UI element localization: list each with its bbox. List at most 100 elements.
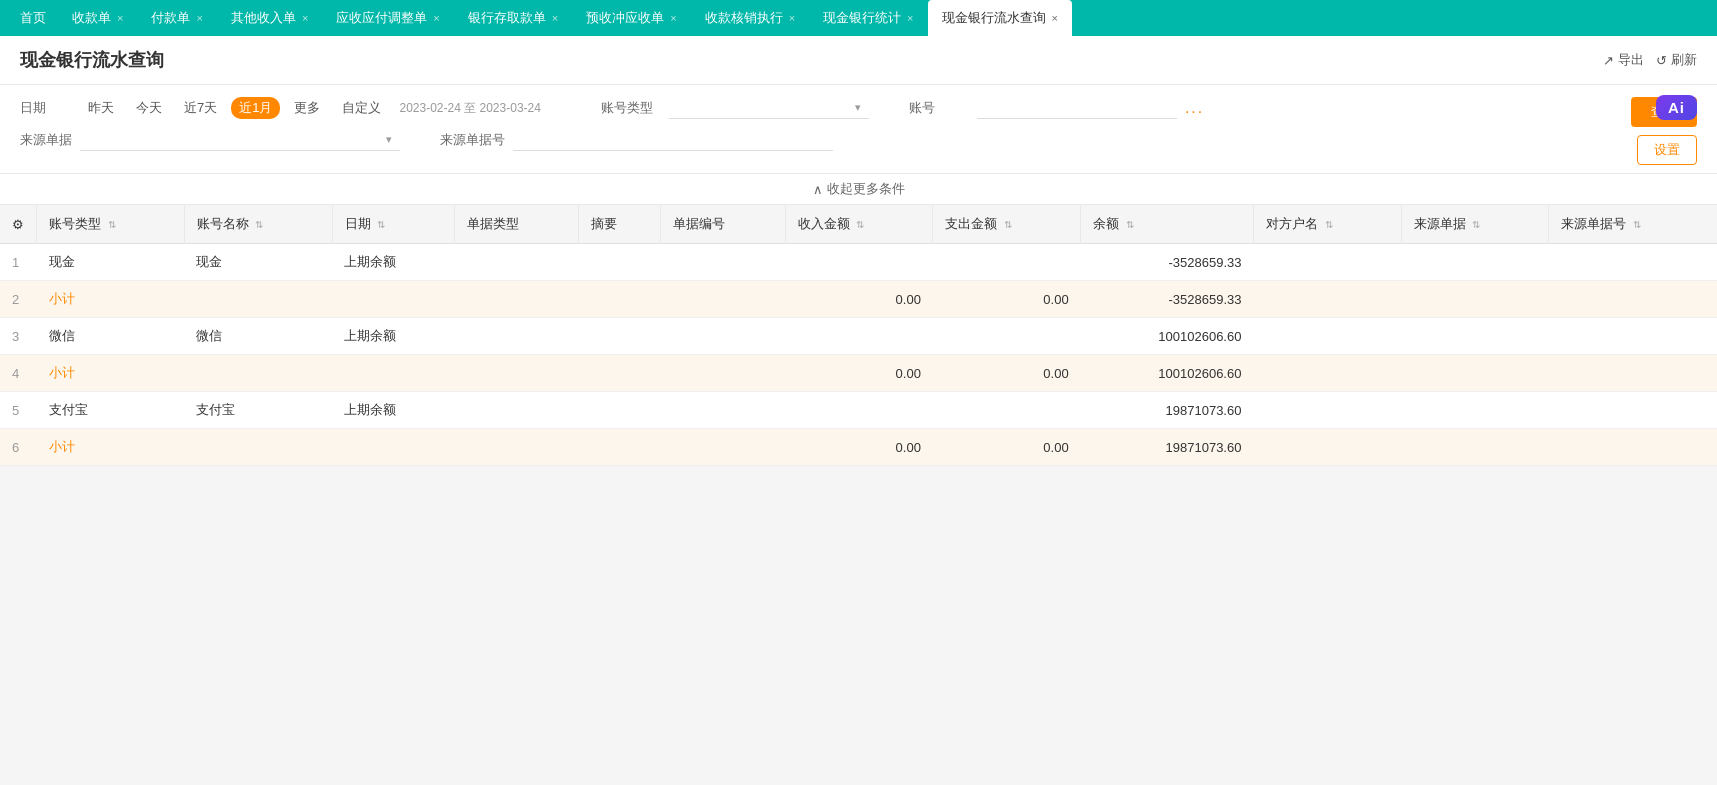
cell-account-name [184,355,332,392]
account-label: 账号 [909,99,969,117]
cell-num: 5 [0,392,37,429]
close-tab-2-icon[interactable]: × [302,12,308,24]
table-row[interactable]: 5 支付宝 支付宝 上期余额 19871073.60 [0,392,1717,429]
table-row[interactable]: 2 小计 0.00 0.00 -3528659.33 [0,281,1717,318]
close-tab-3-icon[interactable]: × [433,12,439,24]
col-balance[interactable]: 余额 ⇅ [1081,205,1254,244]
cell-account-type: 小计 [37,281,185,318]
cell-income: 0.00 [785,429,933,466]
source-doc-input[interactable] [88,132,382,147]
collapse-button[interactable]: ∧ 收起更多条件 [813,180,905,198]
nav-tab-3[interactable]: 应收应付调整单 × [322,0,453,36]
close-tab-6-icon[interactable]: × [789,12,795,24]
date-btn-7days[interactable]: 近7天 [176,97,225,119]
nav-tab-4[interactable]: 银行存取款单 × [454,0,572,36]
col-date[interactable]: 日期 ⇅ [332,205,455,244]
col-doc-type: 单据类型 [455,205,579,244]
cell-doc-no [661,429,785,466]
cell-num: 2 [0,281,37,318]
close-tab-7-icon[interactable]: × [907,12,913,24]
cell-counterpart [1253,318,1401,355]
cell-expense [933,392,1081,429]
source-doc-no-input-wrap[interactable] [513,129,833,151]
cell-expense: 0.00 [933,355,1081,392]
col-source-doc[interactable]: 来源单据 ⇅ [1401,205,1549,244]
cell-doc-no [661,318,785,355]
account-dots-button[interactable]: ... [1185,99,1204,117]
data-table-wrap: ⚙ 账号类型 ⇅ 账号名称 ⇅ 日期 ⇅ 单据类型 摘要 [0,205,1717,466]
col-income[interactable]: 收入金额 ⇅ [785,205,933,244]
account-input[interactable] [983,100,1171,115]
cell-account-type: 支付宝 [37,392,185,429]
account-type-input[interactable] [677,100,851,115]
cell-source-doc [1401,244,1549,281]
export-button[interactable]: ↗ 导出 [1603,51,1644,69]
table-row[interactable]: 3 微信 微信 上期余额 100102606.60 [0,318,1717,355]
cell-account-type: 现金 [37,244,185,281]
table-row[interactable]: 6 小计 0.00 0.00 19871073.60 [0,429,1717,466]
sort-source-doc-icon: ⇅ [1472,219,1480,230]
source-doc-select[interactable]: ▾ [80,129,400,151]
cell-source-doc-no [1549,392,1717,429]
source-doc-no-input[interactable] [519,132,827,147]
col-counterpart[interactable]: 对方户名 ⇅ [1253,205,1401,244]
cell-balance: -3528659.33 [1081,281,1254,318]
table-row[interactable]: 4 小计 0.00 0.00 100102606.60 [0,355,1717,392]
source-doc-no-group: 来源单据号 [440,129,833,151]
close-tab-0-icon[interactable]: × [117,12,123,24]
nav-tab-7[interactable]: 现金银行统计 × [809,0,927,36]
col-settings[interactable]: ⚙ [0,205,37,244]
col-expense[interactable]: 支出金额 ⇅ [933,205,1081,244]
account-type-chevron-icon: ▾ [855,101,861,114]
nav-home[interactable]: 首页 [8,9,58,27]
sort-expense-icon: ⇅ [1004,219,1012,230]
nav-tab-2[interactable]: 其他收入单 × [217,0,322,36]
cell-source-doc [1401,355,1549,392]
cell-expense [933,318,1081,355]
nav-tab-8[interactable]: 现金银行流水查询 × [928,0,1072,36]
cell-summary [579,318,661,355]
ai-badge[interactable]: Ai [1656,95,1697,120]
close-tab-8-icon[interactable]: × [1052,12,1058,24]
cell-source-doc [1401,318,1549,355]
cell-date [332,355,455,392]
close-tab-1-icon[interactable]: × [196,12,202,24]
cell-doc-type [455,355,579,392]
filter-row-2: 来源单据 ▾ 来源单据号 [20,129,1597,157]
cell-account-name: 现金 [184,244,332,281]
filter-area: 日期 昨天 今天 近7天 近1月 更多 自定义 2023-02-24 至 202… [0,85,1717,174]
gear-icon: ⚙ [12,217,24,232]
refresh-button[interactable]: ↺ 刷新 [1656,51,1697,69]
cell-doc-type [455,392,579,429]
filter-row-1: 日期 昨天 今天 近7天 近1月 更多 自定义 2023-02-24 至 202… [20,97,1597,119]
table-row[interactable]: 1 现金 现金 上期余额 -3528659.33 [0,244,1717,281]
date-btn-today[interactable]: 今天 [128,97,170,119]
nav-tab-6[interactable]: 收款核销执行 × [691,0,809,36]
settings-button[interactable]: 设置 [1637,135,1697,165]
cell-source-doc [1401,281,1549,318]
nav-tab-0[interactable]: 收款单 × [58,0,137,36]
col-account-type[interactable]: 账号类型 ⇅ [37,205,185,244]
cell-source-doc-no [1549,244,1717,281]
table-body: 1 现金 现金 上期余额 -3528659.33 2 小计 0.00 0.00 … [0,244,1717,466]
cell-account-type: 小计 [37,355,185,392]
date-btn-1month[interactable]: 近1月 [231,97,280,119]
nav-tab-1[interactable]: 付款单 × [137,0,216,36]
cell-income [785,318,933,355]
close-tab-5-icon[interactable]: × [670,12,676,24]
cell-expense: 0.00 [933,429,1081,466]
col-account-name[interactable]: 账号名称 ⇅ [184,205,332,244]
date-btn-custom[interactable]: 自定义 [334,97,389,119]
cell-balance: 19871073.60 [1081,429,1254,466]
close-tab-4-icon[interactable]: × [552,12,558,24]
cell-doc-type [455,281,579,318]
account-type-select[interactable]: ▾ [669,97,869,119]
account-input-wrap[interactable] [977,97,1177,119]
source-doc-label: 来源单据 [20,131,80,149]
date-btn-more[interactable]: 更多 [286,97,328,119]
nav-tab-5[interactable]: 预收冲应收单 × [572,0,690,36]
cell-doc-no [661,244,785,281]
cell-doc-no [661,355,785,392]
date-btn-yesterday[interactable]: 昨天 [80,97,122,119]
col-source-doc-no[interactable]: 来源单据号 ⇅ [1549,205,1717,244]
